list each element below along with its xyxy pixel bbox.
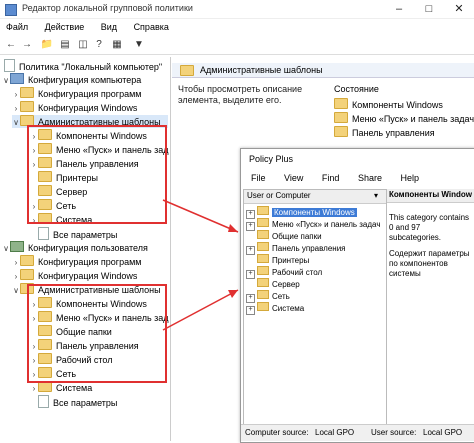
policyplus-detail-pane: Компоненты Window This category contains… bbox=[387, 189, 474, 425]
tree-item[interactable]: + Панель управления bbox=[246, 242, 346, 255]
tree-item[interactable]: + Сеть bbox=[246, 290, 290, 303]
tree-header[interactable]: User or Computer ▾ bbox=[244, 190, 386, 204]
dropdown-icon[interactable]: ▾ bbox=[374, 191, 378, 200]
tree-item[interactable]: + Меню «Пуск» и панель задач bbox=[246, 218, 380, 231]
arrow-computer bbox=[162, 199, 239, 233]
computer-source-value[interactable]: Local GPO bbox=[315, 428, 354, 437]
user-source-value[interactable]: Local GPO bbox=[423, 428, 462, 437]
window-title: Policy Plus bbox=[249, 154, 294, 164]
folder-icon bbox=[257, 242, 269, 251]
policyplus-title-bar: Policy Plus bbox=[241, 149, 474, 169]
tree-item[interactable]: + Рабочий стол bbox=[246, 266, 322, 279]
tree-item[interactable]: Принтеры bbox=[246, 254, 309, 265]
policyplus-status-bar: Computer source: Local GPO User source: … bbox=[241, 424, 474, 441]
menu-share[interactable]: Share bbox=[358, 171, 382, 185]
folder-icon bbox=[257, 254, 269, 263]
menu-view[interactable]: View bbox=[284, 171, 303, 185]
arrow-computer-head bbox=[228, 224, 238, 232]
tree-item[interactable]: Общие папки bbox=[246, 230, 322, 241]
detail-text-description: Содержит параметры по компонентов систем… bbox=[389, 249, 470, 278]
folder-icon bbox=[257, 290, 269, 299]
menu-help[interactable]: Help bbox=[400, 171, 419, 185]
detail-text-count: This category contains 0 and 97 subcateg… bbox=[389, 213, 470, 242]
menu-find[interactable]: Find bbox=[322, 171, 340, 185]
folder-icon bbox=[257, 230, 269, 239]
menu-file[interactable]: File bbox=[251, 171, 266, 185]
tree-item[interactable]: Сервер bbox=[246, 278, 300, 289]
folder-icon bbox=[257, 266, 269, 275]
folder-icon bbox=[257, 218, 269, 227]
policyplus-menu-bar: File View Find Share Help bbox=[241, 171, 474, 185]
folder-icon bbox=[257, 302, 269, 311]
policyplus-window: Policy Plus File View Find Share Help Us… bbox=[240, 148, 474, 443]
policyplus-tree: User or Computer ▾ + Компоненты Windows +… bbox=[243, 189, 387, 427]
folder-icon bbox=[257, 206, 269, 215]
detail-header: Компоненты Window bbox=[387, 189, 474, 203]
arrow-user bbox=[162, 289, 239, 331]
tree-item-selected[interactable]: + Компоненты Windows bbox=[246, 206, 357, 219]
tree-item[interactable]: + Система bbox=[246, 302, 304, 315]
expand-icon[interactable]: + bbox=[246, 306, 255, 315]
folder-icon bbox=[257, 278, 269, 287]
